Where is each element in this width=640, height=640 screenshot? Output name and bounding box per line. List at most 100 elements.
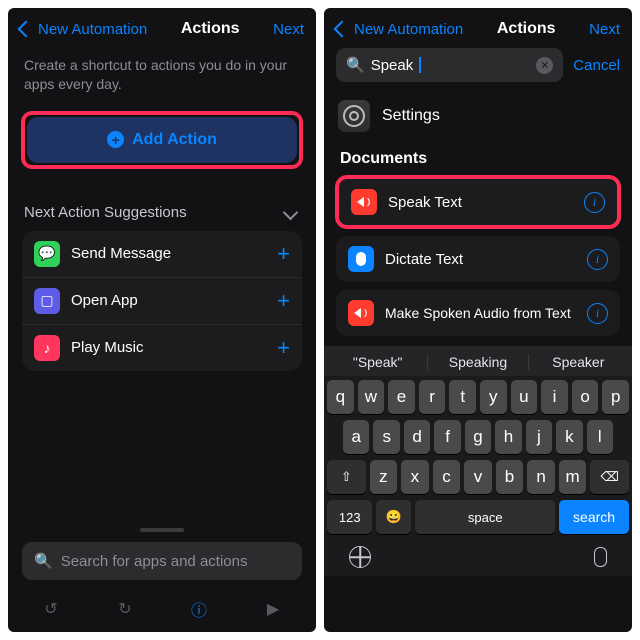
suggestion-label: Play Music xyxy=(71,339,266,356)
info-icon[interactable]: i xyxy=(587,303,608,324)
key-f[interactable]: f xyxy=(434,420,460,454)
key-o[interactable]: o xyxy=(572,380,599,414)
settings-icon xyxy=(338,100,370,132)
info-icon[interactable]: i xyxy=(584,192,605,213)
suggestion-row[interactable]: 💬 Send Message + xyxy=(22,231,302,277)
backspace-key[interactable]: ⌫ xyxy=(590,460,629,494)
suggestion-row[interactable]: ▢ Open App + xyxy=(22,277,302,324)
key-v[interactable]: v xyxy=(464,460,492,494)
screen-actions-empty: New Automation Actions Next Create a sho… xyxy=(8,8,316,632)
info-icon[interactable]: i xyxy=(587,249,608,270)
messages-icon: 💬 xyxy=(34,241,60,267)
openapp-icon: ▢ xyxy=(34,288,60,314)
add-icon[interactable]: + xyxy=(277,241,290,267)
key-h[interactable]: h xyxy=(495,420,521,454)
suggestion-label: Open App xyxy=(71,292,266,309)
settings-result[interactable]: Settings xyxy=(324,90,632,146)
back-label: New Automation xyxy=(38,21,147,38)
next-button[interactable]: Next xyxy=(589,21,620,38)
add-icon[interactable]: + xyxy=(277,288,290,314)
back-label: New Automation xyxy=(354,21,463,38)
result-label: Speak Text xyxy=(388,194,573,211)
key-e[interactable]: e xyxy=(388,380,415,414)
key-c[interactable]: c xyxy=(433,460,461,494)
key-z[interactable]: z xyxy=(370,460,398,494)
key-s[interactable]: s xyxy=(373,420,399,454)
suggestion-row[interactable]: ♪ Play Music + xyxy=(22,324,302,371)
next-button[interactable]: Next xyxy=(273,21,304,38)
key-n[interactable]: n xyxy=(527,460,555,494)
documents-header: Documents xyxy=(340,150,616,168)
space-key[interactable]: space xyxy=(415,500,555,534)
prediction[interactable]: Speaking xyxy=(427,354,527,370)
suggestions-header[interactable]: Next Action Suggestions xyxy=(24,204,300,221)
suggestions-header-label: Next Action Suggestions xyxy=(24,204,187,221)
speaker-icon xyxy=(351,189,377,215)
key-r[interactable]: r xyxy=(419,380,446,414)
speaker-icon xyxy=(348,300,374,326)
search-icon: 🔍 xyxy=(346,56,365,74)
clear-icon[interactable]: ✕ xyxy=(536,57,553,74)
add-action-button[interactable]: + Add Action xyxy=(27,117,297,163)
search-key[interactable]: search xyxy=(559,500,629,534)
music-icon: ♪ xyxy=(34,335,60,361)
nav-title: Actions xyxy=(497,20,556,38)
key-m[interactable]: m xyxy=(559,460,587,494)
key-j[interactable]: j xyxy=(526,420,552,454)
play-icon[interactable]: ▶ xyxy=(262,598,284,620)
number-key[interactable]: 123 xyxy=(327,500,372,534)
key-i[interactable]: i xyxy=(541,380,568,414)
navbar: New Automation Actions Next xyxy=(8,8,316,48)
key-u[interactable]: u xyxy=(511,380,538,414)
result-dictate-text[interactable]: Dictate Text i xyxy=(336,236,620,282)
key-b[interactable]: b xyxy=(496,460,524,494)
navbar: New Automation Actions Next xyxy=(324,8,632,48)
key-l[interactable]: l xyxy=(587,420,613,454)
shift-key[interactable]: ⇧ xyxy=(327,460,366,494)
undo-icon[interactable]: ↺ xyxy=(40,598,62,620)
info-icon[interactable]: ⓘ xyxy=(188,598,210,620)
settings-label: Settings xyxy=(382,107,618,125)
key-t[interactable]: t xyxy=(449,380,476,414)
bottom-toolbar: ↺ ↻ ⓘ ▶ xyxy=(8,588,316,632)
key-d[interactable]: d xyxy=(404,420,430,454)
search-icon: 🔍 xyxy=(34,552,53,570)
emoji-key[interactable]: 😀 xyxy=(376,500,411,534)
key-q[interactable]: q xyxy=(327,380,354,414)
key-w[interactable]: w xyxy=(358,380,385,414)
add-icon[interactable]: + xyxy=(277,335,290,361)
result-speak-text[interactable]: Speak Text i xyxy=(336,176,620,228)
search-value: Speak xyxy=(371,57,414,74)
globe-icon[interactable] xyxy=(349,546,371,568)
text-caret xyxy=(419,57,421,73)
chevron-left-icon xyxy=(18,21,35,38)
tutorial-highlight: + Add Action xyxy=(22,112,302,168)
search-input[interactable]: 🔍 Speak ✕ xyxy=(336,48,563,82)
key-a[interactable]: a xyxy=(343,420,369,454)
drag-handle[interactable] xyxy=(140,528,184,532)
results-list: Speak Text i Dictate Text i Make Spoken … xyxy=(336,176,620,336)
search-placeholder: Search for apps and actions xyxy=(61,553,248,570)
plus-circle-icon: + xyxy=(107,131,124,148)
mic-icon xyxy=(348,246,374,272)
search-row: 🔍 Speak ✕ Cancel xyxy=(324,48,632,90)
search-input[interactable]: 🔍 Search for apps and actions xyxy=(22,542,302,580)
key-g[interactable]: g xyxy=(465,420,491,454)
keyboard-bottom-bar xyxy=(327,540,629,568)
keyboard: qwertyuiop asdfghjkl ⇧zxcvbnm⌫ 123 😀 spa… xyxy=(324,376,632,576)
page-subtitle: Create a shortcut to actions you do in y… xyxy=(24,56,300,94)
keyboard-predictions: "Speak" Speaking Speaker xyxy=(324,346,632,376)
suggestions-list: 💬 Send Message + ▢ Open App + ♪ Play Mus… xyxy=(22,231,302,371)
redo-icon[interactable]: ↻ xyxy=(114,598,136,620)
back-button[interactable]: New Automation xyxy=(336,21,463,38)
back-button[interactable]: New Automation xyxy=(20,21,147,38)
prediction[interactable]: Speaker xyxy=(528,354,628,370)
prediction[interactable]: "Speak" xyxy=(328,354,427,370)
result-make-spoken-audio[interactable]: Make Spoken Audio from Text i xyxy=(336,290,620,336)
dictation-icon[interactable] xyxy=(594,547,607,567)
cancel-button[interactable]: Cancel xyxy=(573,57,620,74)
key-x[interactable]: x xyxy=(401,460,429,494)
key-k[interactable]: k xyxy=(556,420,582,454)
key-p[interactable]: p xyxy=(602,380,629,414)
key-y[interactable]: y xyxy=(480,380,507,414)
